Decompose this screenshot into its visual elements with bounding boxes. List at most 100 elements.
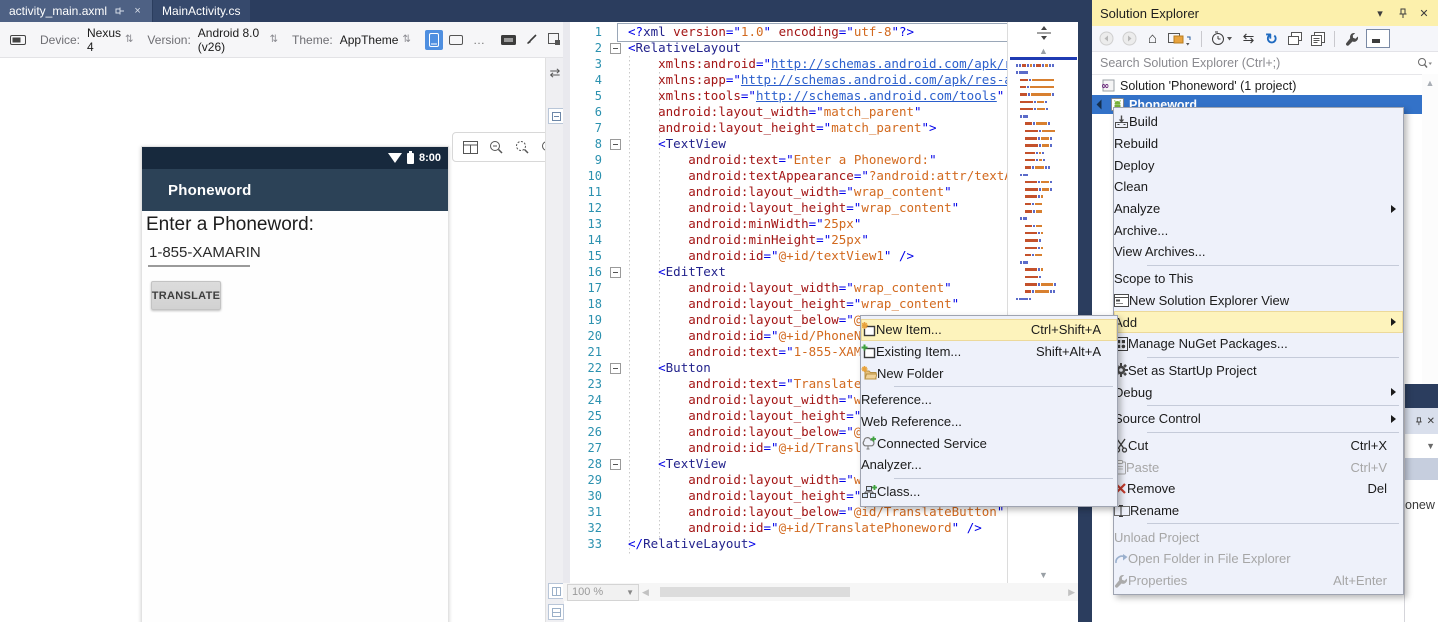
screen-settings-button[interactable] xyxy=(500,30,518,50)
solution-explorer-title-bar[interactable]: Solution Explorer ▾ ✕ xyxy=(1092,0,1438,26)
unload-project-menu-item[interactable]: Unload Project xyxy=(1114,526,1403,548)
wrench-icon xyxy=(1114,574,1128,588)
close-icon[interactable]: × xyxy=(132,5,143,17)
updown-icon[interactable]: ⇅ xyxy=(402,34,410,45)
tree-vertical-scrollbar[interactable]: ▲ xyxy=(1422,74,1438,384)
pending-changes-filter-icon[interactable] xyxy=(1210,30,1234,47)
open-folder-in-file-explorer-menu-item[interactable]: Open Folder in File Explorer xyxy=(1114,548,1403,570)
rebuild-menu-item[interactable]: Rebuild xyxy=(1114,133,1403,155)
theme-brush-button[interactable] xyxy=(523,30,541,50)
fold-collapse-box[interactable] xyxy=(610,363,621,374)
properties-object-dropdown[interactable]: ▼ xyxy=(1405,436,1438,456)
properties-menu-item[interactable]: Properties Alt+Enter xyxy=(1114,570,1403,592)
designer-editor-splitter[interactable]: ⇄ xyxy=(545,58,564,622)
version-select[interactable]: Android 8.0 (v26) xyxy=(198,26,266,54)
zoom-fit-icon[interactable] xyxy=(515,140,530,155)
fold-collapse-box[interactable] xyxy=(610,139,621,150)
forward-icon[interactable] xyxy=(1121,30,1138,47)
close-icon[interactable]: ✕ xyxy=(1427,416,1435,427)
scope-to-this-menu-item[interactable]: Scope to This xyxy=(1114,268,1403,290)
fold-collapse-box[interactable] xyxy=(610,267,621,278)
updown-icon[interactable]: ⇅ xyxy=(125,34,133,45)
connected-service-menu-item[interactable]: Connected Service xyxy=(861,432,1117,454)
tree-expander-icon[interactable] xyxy=(1096,99,1107,110)
swap-panes-icon[interactable]: ⇄ xyxy=(548,65,562,80)
show-all-files-icon[interactable] xyxy=(1286,30,1303,47)
scroll-up-icon[interactable]: ▲ xyxy=(1008,46,1079,56)
existing-item-menu-item[interactable]: Existing Item... Shift+Alt+A xyxy=(861,341,1117,363)
vertical-split-icon[interactable] xyxy=(548,583,564,599)
sync-with-active-document-icon[interactable] xyxy=(1167,30,1193,47)
horizontal-scrollbar[interactable] xyxy=(651,586,1066,598)
horizontal-split-icon[interactable] xyxy=(548,604,564,620)
deploy-menu-item[interactable]: Deploy xyxy=(1114,154,1403,176)
tree-item-solution-phoneword-1-project[interactable]: ∞ Solution 'Phoneword' (1 project) xyxy=(1092,76,1422,95)
new-solution-explorer-view-menu-item[interactable]: New Solution Explorer View xyxy=(1114,290,1403,312)
back-icon[interactable] xyxy=(1098,30,1115,47)
build-menu-item[interactable]: Build xyxy=(1114,111,1403,133)
edittext-widget[interactable]: 1-855-XAMARIN xyxy=(149,244,261,261)
textview-widget[interactable]: Enter a Phoneword: xyxy=(146,214,314,236)
class-menu-item[interactable]: Class... xyxy=(861,481,1117,503)
scroll-right-icon[interactable]: ▶ xyxy=(1068,587,1075,598)
properties-title-bar[interactable]: ✕ xyxy=(1405,408,1438,434)
fold-collapse-box[interactable] xyxy=(610,43,621,54)
search-icon[interactable] xyxy=(1416,57,1432,70)
source-control-menu-item[interactable]: Source Control xyxy=(1114,408,1403,430)
remove-menu-item[interactable]: Remove Del xyxy=(1114,478,1403,500)
landscape-orientation-button[interactable] xyxy=(448,30,466,50)
preview-selected-items-icon[interactable] xyxy=(1366,29,1390,48)
new-folder-menu-item[interactable]: New Folder xyxy=(861,362,1117,384)
web-reference-menu-item[interactable]: Web Reference... xyxy=(861,411,1117,433)
portrait-orientation-button[interactable] xyxy=(424,29,443,50)
theme-select[interactable]: AppTheme xyxy=(340,33,399,47)
properties-wrench-icon[interactable] xyxy=(1343,30,1360,47)
close-icon[interactable]: ✕ xyxy=(1416,5,1432,21)
line-number: 33 xyxy=(587,537,602,551)
minimap-viewport-indicator[interactable] xyxy=(1010,57,1077,60)
scroll-down-icon[interactable]: ▼ xyxy=(1008,570,1079,580)
layout-grid-icon[interactable] xyxy=(462,140,478,154)
pin-icon[interactable] xyxy=(1394,5,1410,21)
pin-icon[interactable] xyxy=(1414,416,1423,426)
analyzer-menu-item[interactable]: Analyzer... xyxy=(861,454,1117,476)
reference-menu-item[interactable]: Reference... xyxy=(861,389,1117,411)
tab-activity-main-axml[interactable]: activity_main.axml × xyxy=(0,0,153,22)
new-item-menu-item[interactable]: New Item... Ctrl+Shift+A xyxy=(861,319,1117,341)
cut-menu-item[interactable]: Cut Ctrl+X xyxy=(1114,435,1403,457)
horizontal-scroll-thumb[interactable] xyxy=(659,587,850,597)
updown-icon[interactable]: ⇅ xyxy=(270,34,278,45)
set-as-startup-project-menu-item[interactable]: Set as StartUp Project xyxy=(1114,360,1403,382)
zoom-out-icon[interactable] xyxy=(489,140,504,155)
tab-mainactivity-cs[interactable]: MainActivity.cs xyxy=(153,0,250,22)
split-view-icon[interactable] xyxy=(548,108,564,124)
device-select[interactable]: Nexus 4 xyxy=(87,26,121,54)
translate-button-widget[interactable]: TRANSLATE xyxy=(151,281,221,310)
search-input[interactable] xyxy=(1092,55,1416,71)
refresh-icon[interactable]: ↻ xyxy=(1263,30,1280,48)
more-options-button[interactable]: … xyxy=(470,30,488,50)
archive-menu-item[interactable]: Archive... xyxy=(1114,219,1403,241)
view-archives-menu-item[interactable]: View Archives... xyxy=(1114,241,1403,263)
window-position-icon[interactable]: ▾ xyxy=(1372,5,1388,21)
analyze-menu-item[interactable]: Analyze xyxy=(1114,198,1403,220)
android-designer-surface[interactable]: 8:00 Phoneword Enter a Phoneword: 1-855-… xyxy=(0,58,567,622)
clean-menu-item[interactable]: Clean xyxy=(1114,176,1403,198)
scroll-left-icon[interactable]: ◀ xyxy=(642,587,649,598)
editor-split-handle-icon[interactable] xyxy=(1008,24,1079,42)
sync-icon[interactable]: ⇆ xyxy=(1240,30,1257,47)
paste-menu-item[interactable]: Paste Ctrl+V xyxy=(1114,456,1403,478)
properties-selected-row[interactable] xyxy=(1405,458,1438,480)
rename-menu-item[interactable]: Rename xyxy=(1114,500,1403,522)
phone-preview[interactable]: 8:00 Phoneword Enter a Phoneword: 1-855-… xyxy=(141,146,449,622)
scroll-up-icon[interactable]: ▲ xyxy=(1422,78,1438,88)
home-icon[interactable]: ⌂ xyxy=(1144,30,1161,47)
pin-icon[interactable] xyxy=(114,6,125,17)
editor-zoom-select[interactable]: 100 % ▼ xyxy=(567,583,639,601)
manage-nuget-packages-menu-item[interactable]: Manage NuGet Packages... xyxy=(1114,333,1403,355)
fold-collapse-box[interactable] xyxy=(610,459,621,470)
add-menu-item[interactable]: Add xyxy=(1114,311,1403,333)
debug-menu-item[interactable]: Debug xyxy=(1114,381,1403,403)
alternate-layout-button[interactable] xyxy=(545,30,563,50)
collapse-all-icon[interactable] xyxy=(1309,30,1326,47)
